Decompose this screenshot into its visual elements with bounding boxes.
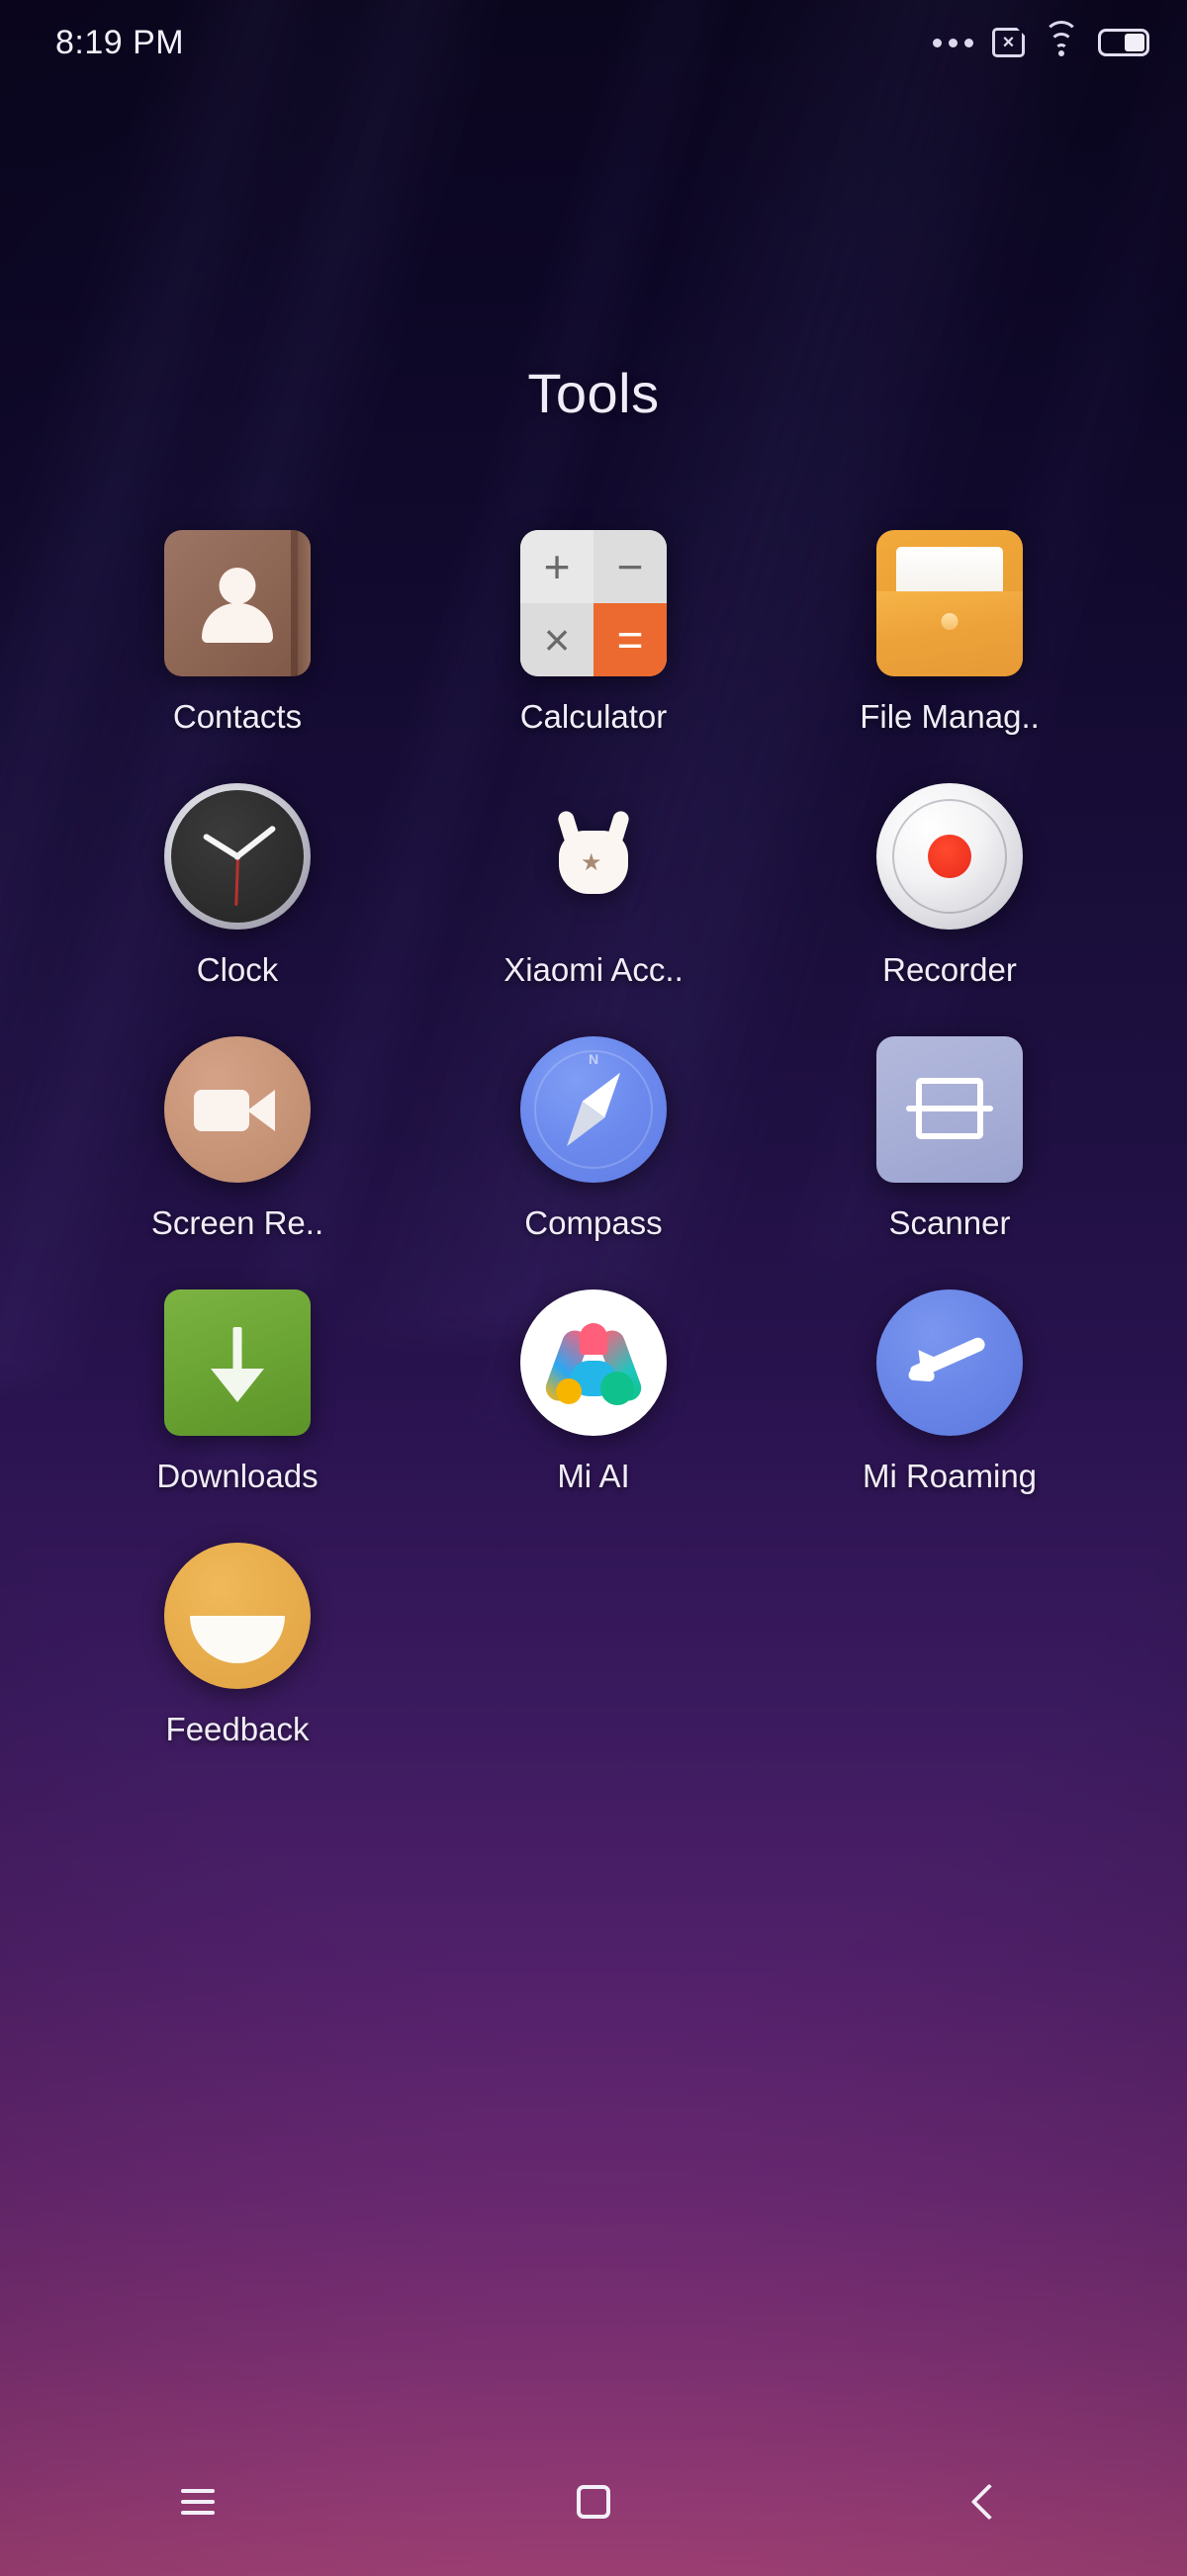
recorder-icon[interactable] bbox=[876, 783, 1023, 930]
app-downloads[interactable]: Downloads bbox=[59, 1282, 415, 1495]
app-xiaomi-account[interactable]: ★ Xiaomi Acc.. bbox=[415, 775, 772, 989]
app-label: Recorder bbox=[882, 951, 1017, 988]
app-label: Downloads bbox=[156, 1458, 319, 1494]
mi-ai-icon[interactable] bbox=[520, 1289, 667, 1436]
compass-icon[interactable]: N bbox=[520, 1036, 667, 1183]
mi-roaming-icon[interactable] bbox=[876, 1289, 1023, 1436]
app-label: File Manag.. bbox=[860, 698, 1040, 735]
app-label: Contacts bbox=[172, 698, 303, 735]
calculator-plus-key: + bbox=[520, 530, 594, 603]
app-calculator[interactable]: + − × = Calculator bbox=[415, 522, 772, 736]
sim-x-mark: × bbox=[1002, 32, 1015, 53]
menu-icon bbox=[181, 2489, 215, 2515]
app-mi-roaming[interactable]: Mi Roaming bbox=[772, 1282, 1128, 1495]
calculator-equals-key: = bbox=[594, 603, 667, 676]
more-dots-icon bbox=[933, 38, 973, 47]
app-label: Feedback bbox=[165, 1711, 310, 1747]
app-label: Calculator bbox=[519, 698, 668, 735]
nav-menu-button[interactable] bbox=[138, 2447, 257, 2556]
feedback-icon[interactable] bbox=[164, 1543, 311, 1689]
file-manager-icon[interactable] bbox=[876, 530, 1023, 676]
app-recorder[interactable]: Recorder bbox=[772, 775, 1128, 989]
sim-card-error-icon: × bbox=[992, 27, 1026, 57]
screen-recorder-icon[interactable] bbox=[164, 1036, 311, 1183]
app-compass[interactable]: N Compass bbox=[415, 1028, 772, 1242]
nav-home-button[interactable] bbox=[534, 2447, 653, 2556]
calculator-times-key: × bbox=[520, 603, 594, 676]
clock-icon[interactable] bbox=[164, 783, 311, 930]
app-label: Screen Re.. bbox=[150, 1204, 324, 1241]
app-label: Mi Roaming bbox=[862, 1458, 1038, 1494]
app-label: Scanner bbox=[888, 1204, 1011, 1241]
back-icon bbox=[970, 2483, 1008, 2521]
app-label: Mi AI bbox=[557, 1458, 630, 1494]
status-bar-clock: 8:19 PM bbox=[55, 23, 185, 61]
app-label: Compass bbox=[524, 1204, 663, 1241]
navigation-bar bbox=[0, 2428, 1187, 2576]
app-file-manager[interactable]: File Manag.. bbox=[772, 522, 1128, 736]
compass-north-label: N bbox=[588, 1051, 599, 1067]
app-feedback[interactable]: Feedback bbox=[59, 1535, 415, 1748]
nav-back-button[interactable] bbox=[930, 2447, 1049, 2556]
downloads-icon[interactable] bbox=[164, 1289, 311, 1436]
app-scanner[interactable]: Scanner bbox=[772, 1028, 1128, 1242]
folder-title: Tools bbox=[527, 362, 660, 424]
wifi-icon bbox=[1044, 21, 1079, 56]
status-bar-icons: × bbox=[933, 21, 1149, 57]
calculator-minus-key: − bbox=[594, 530, 667, 603]
calculator-icon[interactable]: + − × = bbox=[520, 530, 667, 676]
battery-icon bbox=[1098, 29, 1149, 56]
app-clock[interactable]: Clock bbox=[59, 775, 415, 989]
status-bar[interactable]: 8:19 PM × bbox=[0, 0, 1187, 85]
xiaomi-account-icon[interactable]: ★ bbox=[520, 783, 667, 930]
app-contacts[interactable]: Contacts bbox=[59, 522, 415, 736]
app-label: Xiaomi Acc.. bbox=[503, 951, 684, 988]
app-grid: Contacts + − × = Calculator File Manag..… bbox=[59, 522, 1128, 1748]
app-label: Clock bbox=[196, 951, 279, 988]
xiaomi-star-mark: ★ bbox=[581, 849, 602, 877]
scanner-icon[interactable] bbox=[876, 1036, 1023, 1183]
app-mi-ai[interactable]: Mi AI bbox=[415, 1282, 772, 1495]
app-screen-recorder[interactable]: Screen Re.. bbox=[59, 1028, 415, 1242]
home-icon bbox=[577, 2485, 610, 2519]
contacts-icon[interactable] bbox=[164, 530, 311, 676]
